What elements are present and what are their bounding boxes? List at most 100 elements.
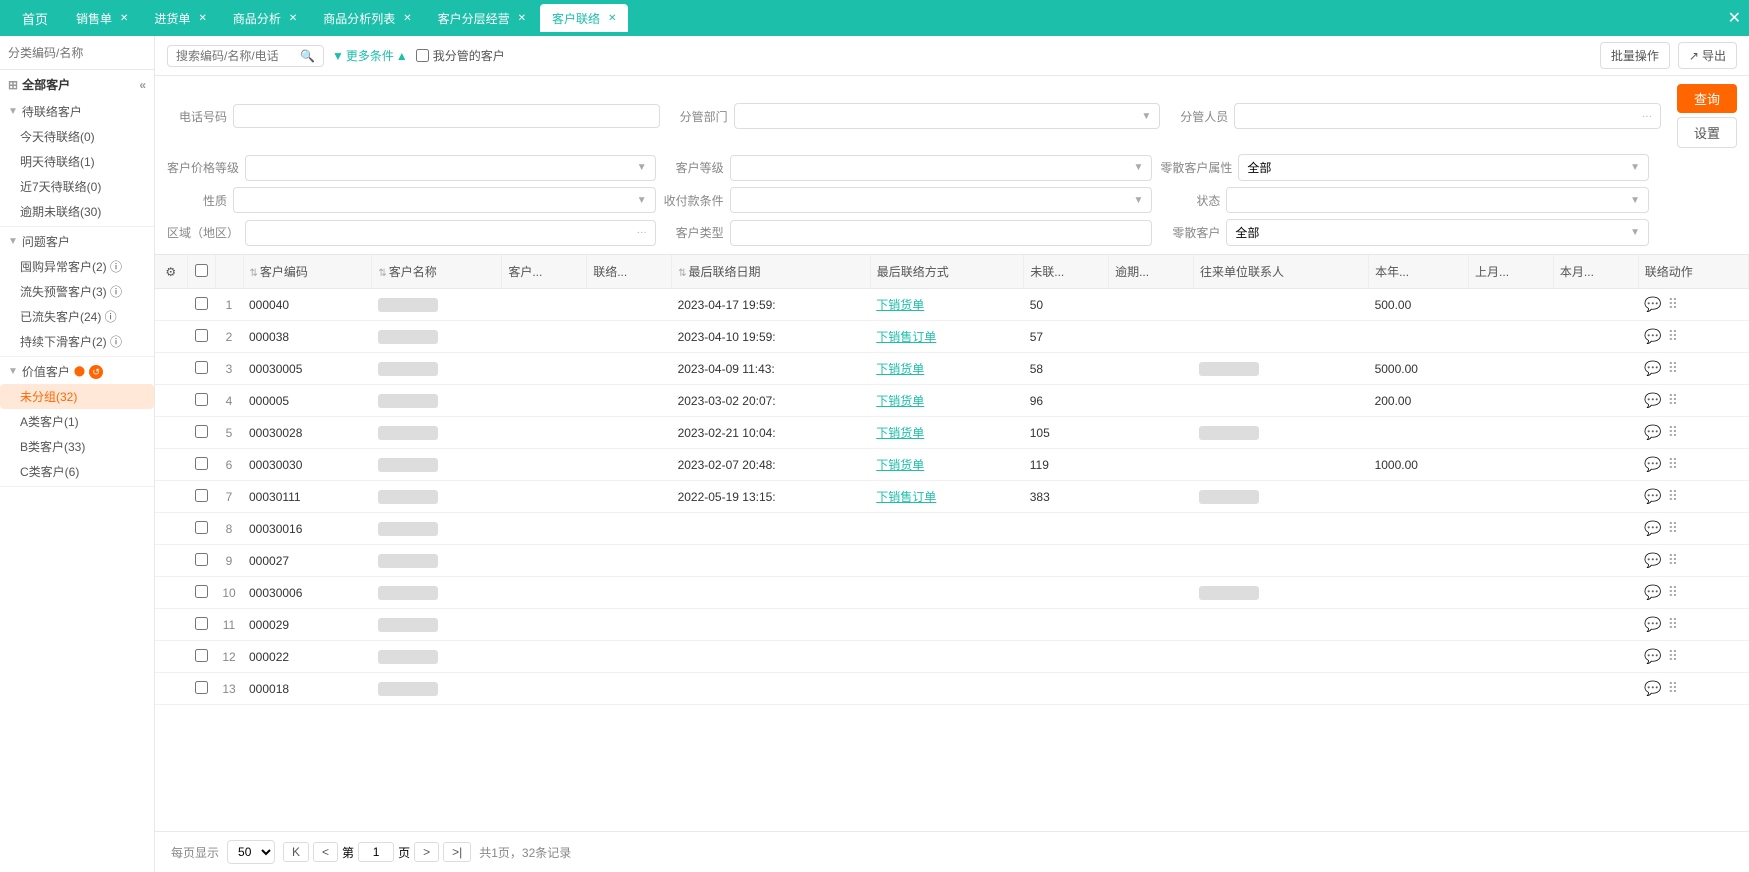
filter-select-nature[interactable]: ▼ — [233, 187, 656, 213]
chat-icon[interactable]: 💬 — [1644, 520, 1661, 537]
last-page-btn[interactable]: >| — [443, 842, 471, 862]
th-last-contact-date[interactable]: 最后联络日期 — [672, 255, 871, 289]
row-checkbox[interactable] — [195, 297, 208, 310]
grid-action-icon[interactable]: ⠿ — [1668, 616, 1678, 633]
row-checkbox[interactable] — [195, 521, 208, 534]
sidebar-item[interactable]: 未分组(32) — [0, 384, 154, 409]
sidebar-group-问题客户[interactable]: ▼ 问题客户 — [0, 229, 154, 254]
sidebar-item[interactable]: 囤购异常客户(2) ⓘ — [0, 254, 154, 279]
close-tab-icon[interactable]: ✕ — [198, 13, 206, 24]
th-this-year[interactable]: 本年... — [1369, 255, 1469, 289]
sidebar-item[interactable]: 流失预警客户(3) ⓘ — [0, 279, 154, 304]
filter-select-sparse-attr[interactable]: 全部 ▼ — [1238, 154, 1649, 181]
query-btn[interactable]: 查询 — [1677, 84, 1737, 113]
sidebar-item[interactable]: C类客户(6) — [0, 459, 154, 484]
chat-icon[interactable]: 💬 — [1644, 648, 1661, 665]
th-no-contact[interactable]: 未联... — [1024, 255, 1109, 289]
sidebar-item[interactable]: 持续下滑客户(2) ⓘ — [0, 329, 154, 354]
filter-select-price-grade[interactable]: ▼ — [245, 155, 656, 181]
filter-select-payment[interactable]: ▼ — [730, 187, 1153, 213]
grid-action-icon[interactable]: ⠿ — [1668, 456, 1678, 473]
close-tab-icon[interactable]: ✕ — [518, 13, 526, 24]
sidebar-group-价值客户[interactable]: ▼ 价值客户⬤ ↺ — [0, 359, 154, 384]
sidebar-item[interactable]: B类客户(33) — [0, 434, 154, 459]
batch-operations-btn[interactable]: 批量操作 — [1600, 42, 1670, 69]
last-contact-link[interactable]: 下销货单 — [876, 426, 924, 440]
filter-select-customer-grade[interactable]: ▼ — [730, 155, 1153, 181]
last-contact-link[interactable]: 下销售订单 — [876, 330, 936, 344]
filter-select-region[interactable]: ··· — [245, 220, 656, 246]
filter-select-dept[interactable]: ▼ — [734, 103, 1161, 129]
all-customers-header[interactable]: ⊞ 全部客户 « — [0, 70, 154, 99]
nav-tab-商品分析列表[interactable]: 商品分析列表✕ — [311, 4, 423, 32]
close-tab-icon[interactable]: ✕ — [120, 13, 128, 24]
row-checkbox[interactable] — [195, 617, 208, 630]
last-contact-link[interactable]: 下销货单 — [876, 362, 924, 376]
filter-input-phone[interactable] — [233, 104, 660, 128]
grid-action-icon[interactable]: ⠿ — [1668, 392, 1678, 409]
row-checkbox[interactable] — [195, 681, 208, 694]
sidebar-item[interactable]: 明天待联络(1) — [0, 149, 154, 174]
row-checkbox[interactable] — [195, 361, 208, 374]
th-code[interactable]: 客户编码 — [243, 255, 372, 289]
close-tab-icon[interactable]: ✕ — [403, 13, 411, 24]
th-unit-contact[interactable]: 往来单位联系人 — [1193, 255, 1368, 289]
export-btn[interactable]: ↗ 导出 — [1678, 42, 1737, 69]
my-customers-checkbox[interactable] — [416, 49, 429, 62]
filter-select-status[interactable]: ▼ — [1226, 187, 1649, 213]
chat-icon[interactable]: 💬 — [1644, 616, 1661, 633]
sidebar-search-input[interactable] — [8, 46, 155, 60]
chat-icon[interactable]: 💬 — [1644, 488, 1661, 505]
grid-action-icon[interactable]: ⠿ — [1668, 424, 1678, 441]
th-overdue[interactable]: 逾期... — [1109, 255, 1194, 289]
th-last-contact-method[interactable]: 最后联络方式 — [870, 255, 1023, 289]
grid-action-icon[interactable]: ⠿ — [1668, 680, 1678, 697]
next-page-btn[interactable]: > — [414, 842, 439, 862]
row-checkbox[interactable] — [195, 425, 208, 438]
row-checkbox[interactable] — [195, 393, 208, 406]
row-checkbox[interactable] — [195, 585, 208, 598]
grid-action-icon[interactable]: ⠿ — [1668, 584, 1678, 601]
prev-page-btn[interactable]: < — [313, 842, 338, 862]
nav-tab-销售单[interactable]: 销售单✕ — [64, 4, 140, 32]
chat-icon[interactable]: 💬 — [1644, 360, 1661, 377]
chat-icon[interactable]: 💬 — [1644, 680, 1661, 697]
close-all-icon[interactable]: ✕ — [1728, 8, 1741, 28]
page-size-select[interactable]: 50 — [227, 840, 275, 864]
nav-tab-客户分层经营[interactable]: 客户分层经营✕ — [426, 4, 538, 32]
sidebar-item[interactable]: A类客户(1) — [0, 409, 154, 434]
row-checkbox[interactable] — [195, 457, 208, 470]
nav-home[interactable]: 首页 — [8, 9, 62, 28]
sidebar-item[interactable]: 今天待联络(0) — [0, 124, 154, 149]
grid-action-icon[interactable]: ⠿ — [1668, 488, 1678, 505]
last-contact-link[interactable]: 下销售订单 — [876, 490, 936, 504]
grid-action-icon[interactable]: ⠿ — [1668, 296, 1678, 313]
chat-icon[interactable]: 💬 — [1644, 424, 1661, 441]
grid-action-icon[interactable]: ⠿ — [1668, 648, 1678, 665]
sidebar-item[interactable]: 逾期未联络(30) — [0, 199, 154, 224]
page-input[interactable] — [358, 842, 394, 862]
chat-icon[interactable]: 💬 — [1644, 328, 1661, 345]
th-name[interactable]: 客户名称 — [372, 255, 502, 289]
row-checkbox[interactable] — [195, 489, 208, 502]
grid-action-icon[interactable]: ⠿ — [1668, 552, 1678, 569]
chat-icon[interactable]: 💬 — [1644, 584, 1661, 601]
last-contact-link[interactable]: 下销货单 — [876, 458, 924, 472]
last-contact-link[interactable]: 下销货单 — [876, 298, 924, 312]
filter-search-input[interactable] — [176, 49, 296, 63]
chat-icon[interactable]: 💬 — [1644, 296, 1661, 313]
th-this-month[interactable]: 本月... — [1553, 255, 1638, 289]
row-checkbox[interactable] — [195, 649, 208, 662]
sidebar-item[interactable]: 近7天待联络(0) — [0, 174, 154, 199]
more-conditions-btn[interactable]: ▼ 更多条件 ▲ — [332, 47, 408, 64]
first-page-btn[interactable]: K — [283, 842, 309, 862]
select-all-checkbox[interactable] — [195, 264, 208, 277]
chat-icon[interactable]: 💬 — [1644, 392, 1661, 409]
chat-icon[interactable]: 💬 — [1644, 456, 1661, 473]
sidebar-item[interactable]: 已流失客户(24) ⓘ — [0, 304, 154, 329]
th-last-month[interactable]: 上月... — [1469, 255, 1554, 289]
filter-select-customer-type[interactable] — [730, 220, 1153, 246]
chat-icon[interactable]: 💬 — [1644, 552, 1661, 569]
nav-tab-客户联络[interactable]: 客户联络✕ — [540, 4, 628, 32]
close-tab-icon[interactable]: ✕ — [608, 13, 616, 24]
